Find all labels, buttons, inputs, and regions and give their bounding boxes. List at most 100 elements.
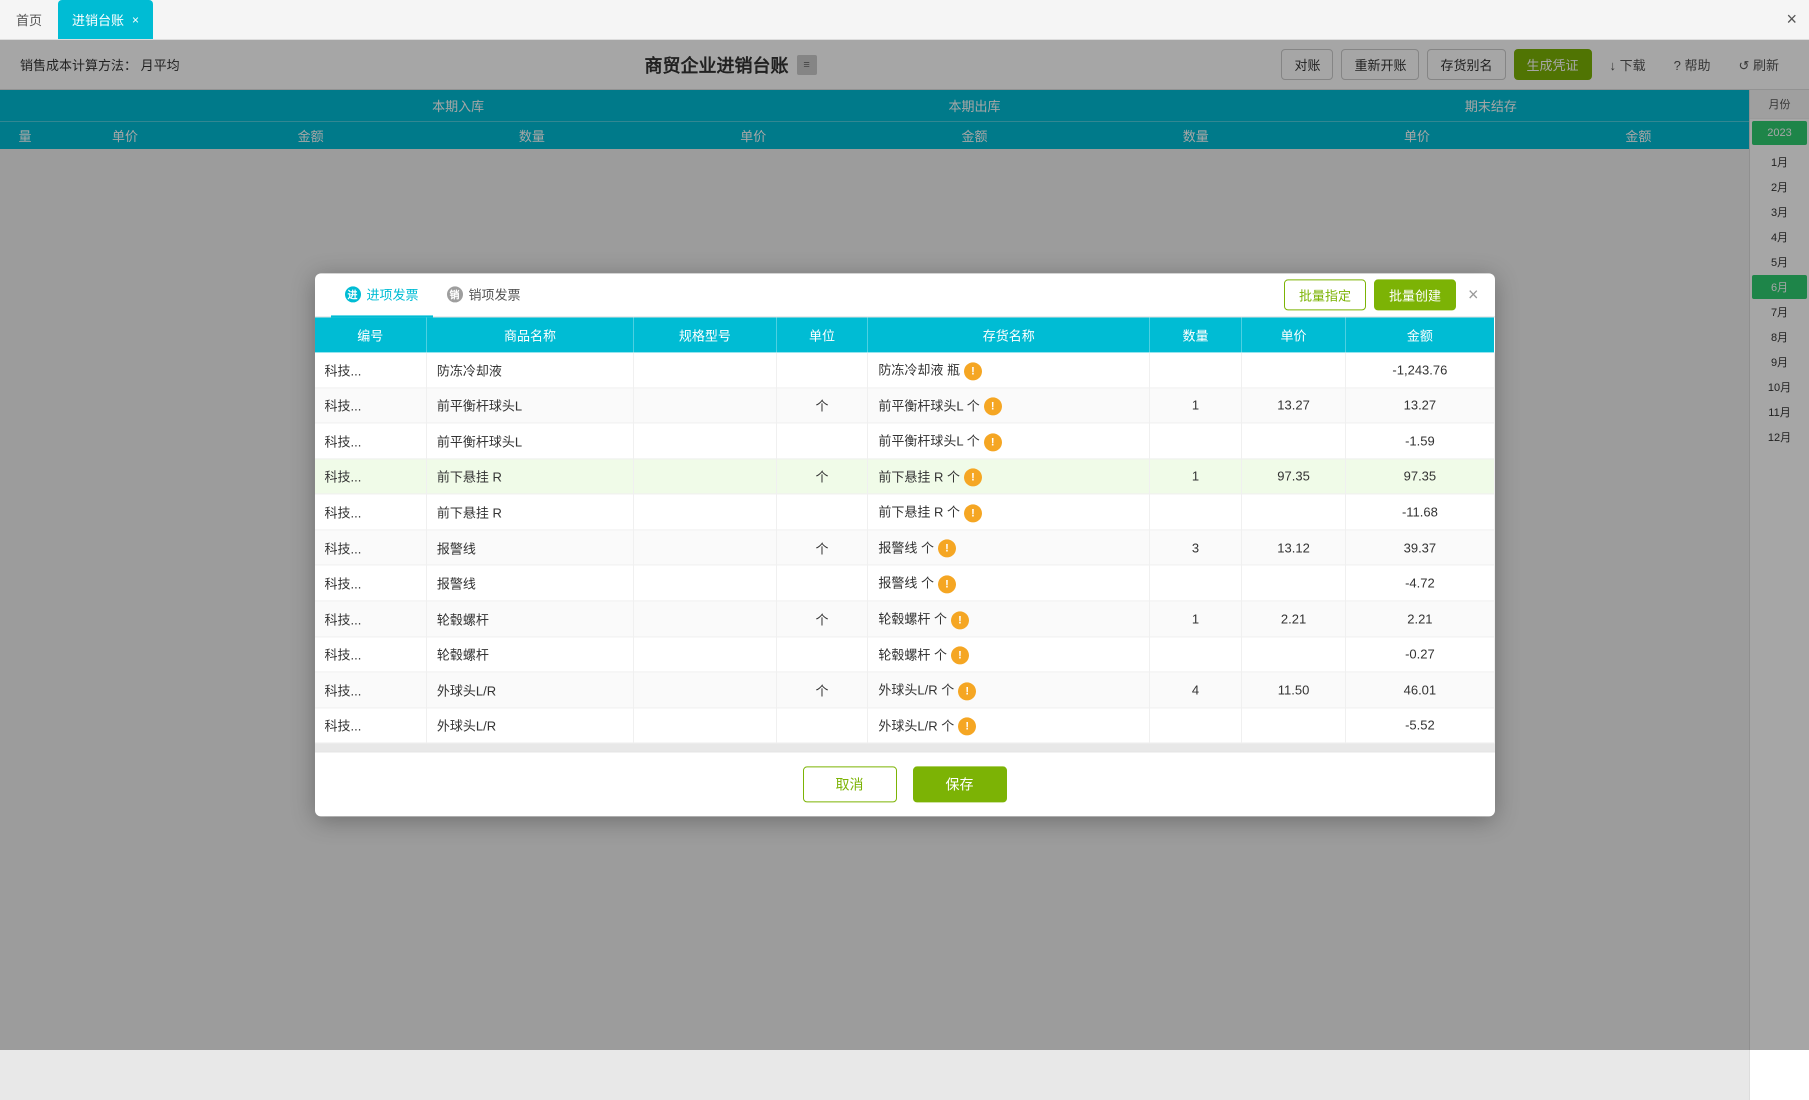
cell-qty [1150,423,1242,459]
cell-price: 2.21 [1241,601,1345,637]
th-inventory: 存货名称 [868,317,1150,352]
cell-unit [776,494,868,530]
cell-name: 前平衡杆球头L [426,423,633,459]
warn-icon: ! [938,575,956,593]
table-row: 科技... 前下悬挂 R 个 前下悬挂 R 个! 1 97.35 97.35 [315,459,1495,495]
cell-spec [634,708,776,744]
dialog-header: 进 进项发票 销 销项发票 批量指定 批量创建 × [315,273,1495,317]
cell-amount: -0.27 [1346,636,1494,672]
th-id: 编号 [315,317,427,352]
home-tab[interactable]: 首页 [0,0,58,39]
cell-unit [776,636,868,672]
cell-unit [776,708,868,744]
cell-inventory: 报警线 个! [868,530,1150,566]
table-row: 科技... 轮毂螺杆 个 轮毂螺杆 个! 1 2.21 2.21 [315,601,1495,637]
cell-name: 前下悬挂 R [426,494,633,530]
cell-price: 13.12 [1241,530,1345,566]
cell-inventory: 报警线 个! [868,565,1150,601]
warn-icon: ! [951,611,969,629]
warn-icon: ! [958,718,976,736]
batch-create-button[interactable]: 批量创建 [1374,279,1456,310]
window-close-button[interactable]: × [1786,9,1797,30]
cell-id: 科技... [315,352,427,387]
warn-icon: ! [938,540,956,558]
invoice-dialog: 进 进项发票 销 销项发票 批量指定 批量创建 × 编号 商品名称 规格型号 [315,273,1495,816]
warn-icon: ! [964,469,982,487]
cell-amount: -5.52 [1346,708,1494,744]
table-row: 科技... 前下悬挂 R 前下悬挂 R 个! -11.68 [315,494,1495,530]
dialog-table-wrap[interactable]: 编号 商品名称 规格型号 单位 存货名称 数量 单价 金额 科技... 防冻冷却… [315,317,1495,751]
cell-unit [776,423,868,459]
cell-inventory: 前下悬挂 R 个! [868,494,1150,530]
scroll-hint [315,744,1495,752]
cell-spec [634,423,776,459]
cell-qty [1150,708,1242,744]
cell-unit: 个 [776,672,868,708]
cell-inventory: 轮毂螺杆 个! [868,601,1150,637]
cell-amount: -1.59 [1346,423,1494,459]
cancel-button[interactable]: 取消 [803,767,897,803]
batch-assign-button[interactable]: 批量指定 [1284,279,1366,310]
cell-id: 科技... [315,672,427,708]
table-row: 科技... 外球头L/R 个 外球头L/R 个! 4 11.50 46.01 [315,672,1495,708]
cell-id: 科技... [315,601,427,637]
warn-icon: ! [984,433,1002,451]
tab-incoming-invoice[interactable]: 进 进项发票 [331,273,433,317]
cell-inventory: 前平衡杆球头L 个! [868,423,1150,459]
cell-inventory: 外球头L/R 个! [868,672,1150,708]
top-bar: 首页 进销台账 × × [0,0,1809,40]
table-row: 科技... 报警线 个 报警线 个! 3 13.12 39.37 [315,530,1495,566]
cell-inventory: 外球头L/R 个! [868,708,1150,744]
cell-price [1241,423,1345,459]
cell-amount: -11.68 [1346,494,1494,530]
tab-in-icon: 进 [345,286,361,302]
cell-spec [634,387,776,423]
cell-spec [634,352,776,387]
warn-icon: ! [951,646,969,664]
cell-unit [776,565,868,601]
ledger-tab-label: 进销台账 [72,10,124,29]
dialog-footer: 取消 保存 [315,752,1495,817]
cell-name: 前下悬挂 R [426,459,633,495]
cell-amount: -1,243.76 [1346,352,1494,387]
cell-inventory: 防冻冷却液 瓶! [868,352,1150,387]
cell-spec [634,636,776,672]
close-tab-icon[interactable]: × [132,13,139,27]
cell-spec [634,530,776,566]
cell-name: 外球头L/R [426,708,633,744]
table-row: 科技... 报警线 报警线 个! -4.72 [315,565,1495,601]
table-row: 科技... 轮毂螺杆 轮毂螺杆 个! -0.27 [315,636,1495,672]
cell-price: 97.35 [1241,459,1345,495]
cell-id: 科技... [315,459,427,495]
table-header-row: 编号 商品名称 规格型号 单位 存货名称 数量 单价 金额 [315,317,1495,352]
cell-price [1241,352,1345,387]
cell-unit: 个 [776,387,868,423]
cell-amount: 13.27 [1346,387,1494,423]
th-price: 单价 [1241,317,1345,352]
ledger-tab[interactable]: 进销台账 × [58,0,153,39]
cell-price [1241,708,1345,744]
cell-inventory: 轮毂螺杆 个! [868,636,1150,672]
cell-unit: 个 [776,530,868,566]
tab-outgoing-invoice[interactable]: 销 销项发票 [433,273,535,317]
cell-qty: 1 [1150,601,1242,637]
warn-icon: ! [958,682,976,700]
th-qty: 数量 [1150,317,1242,352]
cell-qty: 4 [1150,672,1242,708]
cell-unit [776,352,868,387]
cell-amount: 97.35 [1346,459,1494,495]
table-row: 科技... 防冻冷却液 防冻冷却液 瓶! -1,243.76 [315,352,1495,387]
cell-amount: -4.72 [1346,565,1494,601]
cell-id: 科技... [315,530,427,566]
cell-unit: 个 [776,459,868,495]
cell-price [1241,494,1345,530]
cell-inventory: 前平衡杆球头L 个! [868,387,1150,423]
cell-inventory: 前下悬挂 R 个! [868,459,1150,495]
dialog-close-button[interactable]: × [1468,284,1479,305]
cell-spec [634,672,776,708]
tab-in-label: 进项发票 [367,284,419,303]
cell-name: 报警线 [426,565,633,601]
cell-id: 科技... [315,387,427,423]
tab-out-icon: 销 [447,286,463,302]
save-button[interactable]: 保存 [913,767,1007,803]
